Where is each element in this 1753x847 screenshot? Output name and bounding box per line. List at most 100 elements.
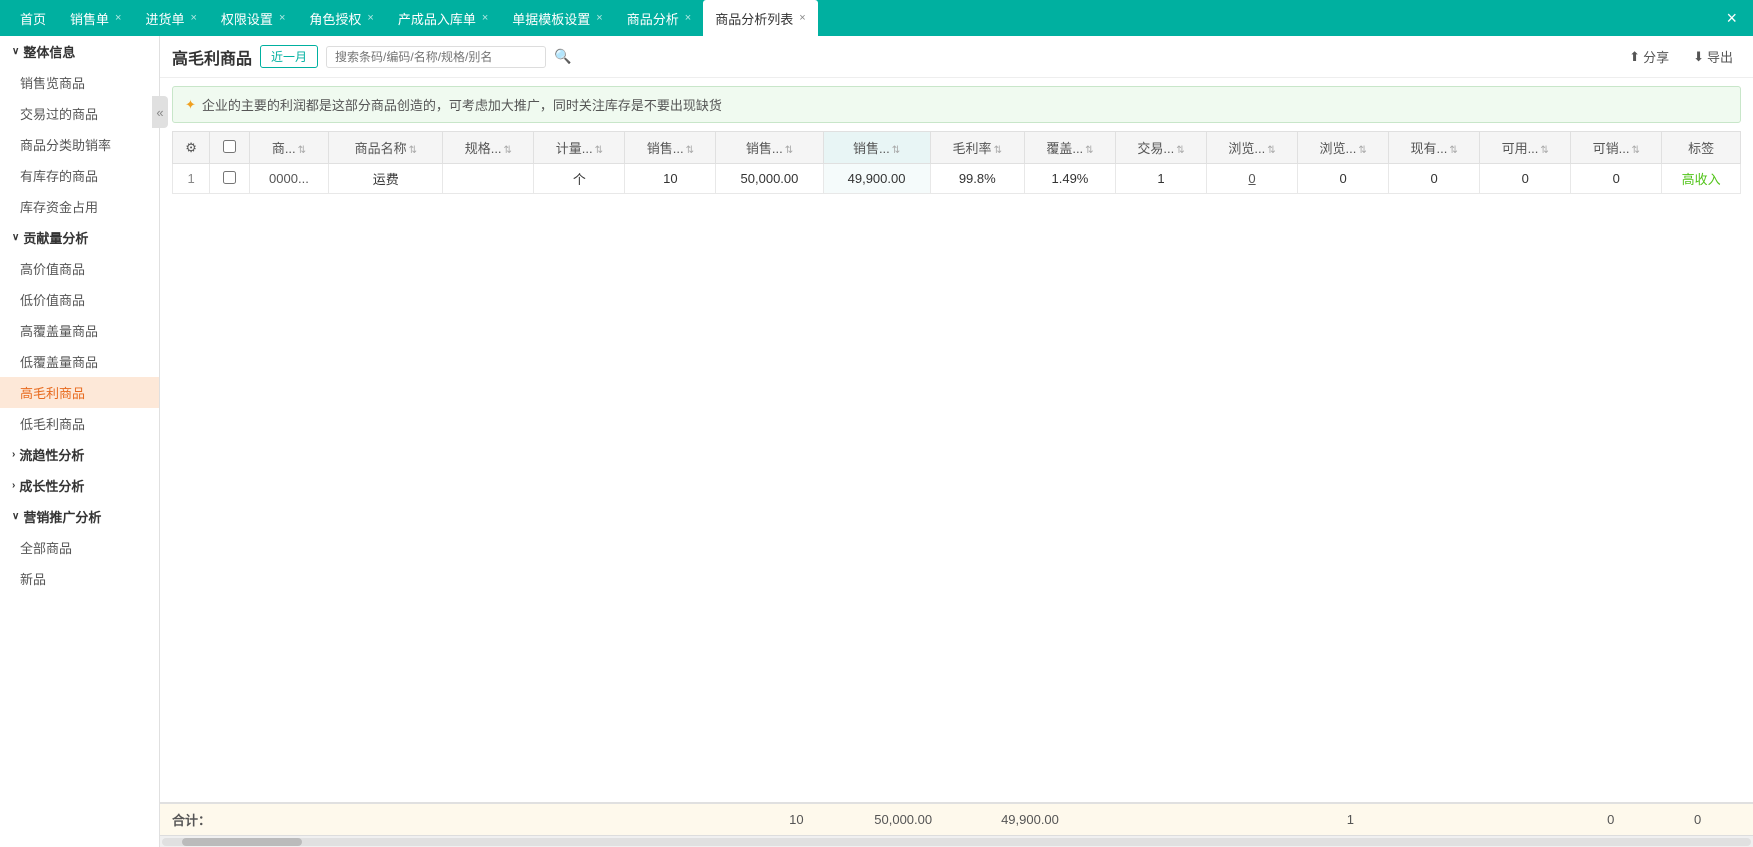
col-tag[interactable]: 标签 — [1662, 132, 1741, 164]
nav-purchase[interactable]: 进货单 × — [133, 0, 208, 36]
tip-icon: ✦ — [185, 97, 196, 113]
nav-sales[interactable]: 销售单 × — [58, 0, 133, 36]
col-settings[interactable]: ⚙ — [173, 132, 210, 164]
col-sales-cost[interactable]: 销售...⇅ — [823, 132, 930, 164]
table-row: 1 0000... 运费 个 10 50,000.00 49,900.00 99… — [173, 164, 1741, 194]
sidebar-item-low-value[interactable]: 低价值商品 — [0, 284, 159, 315]
search-button[interactable]: 🔍 — [554, 48, 571, 65]
sidebar-item-high-value[interactable]: 高价值商品 — [0, 253, 159, 284]
share-icon: ⬆ — [1629, 49, 1640, 65]
select-all-checkbox[interactable] — [223, 140, 236, 153]
row-name: 运费 — [329, 164, 443, 194]
horizontal-scrollbar[interactable] — [160, 835, 1753, 847]
close-sales-tab[interactable]: × — [115, 12, 121, 24]
col-stock-saleable[interactable]: 可销...⇅ — [1571, 132, 1662, 164]
nav-template[interactable]: 单据模板设置 × — [500, 0, 614, 36]
search-input[interactable] — [326, 46, 546, 68]
sidebar-item-high-margin[interactable]: 高毛利商品 — [0, 377, 159, 408]
footer-sales-cost: 49,900.00 — [990, 812, 1070, 827]
row-unit: 个 — [534, 164, 625, 194]
row-browse1[interactable]: 0 — [1207, 164, 1298, 194]
row-checkbox[interactable] — [210, 164, 249, 194]
footer-transaction: 1 — [1330, 812, 1370, 827]
header-actions: ⬆ 分享 ⬇ 导出 — [1621, 44, 1741, 69]
row-spec — [443, 164, 534, 194]
info-banner: ✦ 企业的主要的利润都是这部分商品创造的，可考虑加大推广，同时关注库存是不要出现… — [172, 86, 1741, 123]
footer-label: 合计： — [172, 810, 211, 829]
footer-stock-available: 0 — [1678, 812, 1718, 827]
sidebar-item-new-products[interactable]: 新品 — [0, 563, 159, 594]
close-analysis-list-tab[interactable]: × — [799, 12, 805, 24]
table-footer: 合计： 10 50,000.00 49,900.00 1 0 0 — [160, 802, 1753, 835]
arrow-icon: ∨ — [12, 46, 19, 57]
top-navigation: 首页 销售单 × 进货单 × 权限设置 × 角色授权 × 产成品入库单 × 单据… — [0, 0, 1753, 36]
sidebar-item-low-margin[interactable]: 低毛利商品 — [0, 408, 159, 439]
export-icon: ⬇ — [1693, 49, 1704, 65]
sidebar-group-overall[interactable]: ∨ 整体信息 — [0, 36, 159, 67]
row-tag: 高收入 — [1662, 164, 1741, 194]
nav-permissions[interactable]: 权限设置 × — [209, 0, 297, 36]
col-stock-current[interactable]: 现有...⇅ — [1389, 132, 1480, 164]
period-button[interactable]: 近一月 — [260, 45, 318, 68]
close-permissions-tab[interactable]: × — [279, 12, 285, 24]
nav-product-inbound[interactable]: 产成品入库单 × — [386, 0, 500, 36]
sidebar-item-top-sales[interactable]: 销售览商品 — [0, 67, 159, 98]
row-browse2: 0 — [1298, 164, 1389, 194]
row-sales-amount: 50,000.00 — [716, 164, 823, 194]
col-unit[interactable]: 计量...⇅ — [534, 132, 625, 164]
col-stock-available[interactable]: 可用...⇅ — [1480, 132, 1571, 164]
export-button[interactable]: ⬇ 导出 — [1685, 44, 1741, 69]
arrow-icon-4: › — [12, 480, 15, 491]
col-sales-qty[interactable]: 销售...⇅ — [625, 132, 716, 164]
close-product-analysis-tab[interactable]: × — [685, 12, 691, 24]
row-gross-margin: 99.8% — [930, 164, 1024, 194]
close-purchase-tab[interactable]: × — [190, 12, 196, 24]
col-spec[interactable]: 规格...⇅ — [443, 132, 534, 164]
sidebar-item-stock-capital[interactable]: 库存资金占用 — [0, 191, 159, 222]
page-title: 高毛利商品 — [172, 45, 252, 69]
footer-stock-current: 0 — [1591, 812, 1631, 827]
sidebar-item-low-coverage[interactable]: 低覆盖量商品 — [0, 346, 159, 377]
sidebar-item-traded[interactable]: 交易过的商品 — [0, 98, 159, 129]
row-code: 0000... — [249, 164, 329, 194]
sidebar-item-all-products[interactable]: 全部商品 — [0, 532, 159, 563]
col-gross-margin[interactable]: 毛利率⇅ — [930, 132, 1024, 164]
row-coverage: 1.49% — [1024, 164, 1115, 194]
nav-product-analysis[interactable]: 商品分析 × — [615, 0, 703, 36]
col-browse2[interactable]: 浏览...⇅ — [1298, 132, 1389, 164]
close-template-tab[interactable]: × — [596, 12, 602, 24]
sidebar-group-contribution[interactable]: ∨ 贡献量分析 — [0, 222, 159, 253]
col-sales-amount[interactable]: 销售...⇅ — [716, 132, 823, 164]
nav-product-analysis-list[interactable]: 商品分析列表 × — [703, 0, 817, 36]
share-button[interactable]: ⬆ 分享 — [1621, 44, 1677, 69]
sidebar-item-high-coverage[interactable]: 高覆盖量商品 — [0, 315, 159, 346]
row-transaction: 1 — [1115, 164, 1206, 194]
sidebar-item-category-rate[interactable]: 商品分类助销率 — [0, 129, 159, 160]
close-roles-tab[interactable]: × — [367, 12, 373, 24]
sidebar-item-in-stock[interactable]: 有库存的商品 — [0, 160, 159, 191]
table-container[interactable]: ⚙ 商...⇅ 商品名称⇅ 规格...⇅ 计量...⇅ 销售...⇅ 销售...… — [160, 131, 1753, 802]
scrollbar-thumb[interactable] — [182, 838, 302, 846]
col-browse1[interactable]: 浏览...⇅ — [1207, 132, 1298, 164]
sidebar-group-growth[interactable]: › 成长性分析 — [0, 470, 159, 501]
col-name[interactable]: 商品名称⇅ — [329, 132, 443, 164]
sidebar: ∨ 整体信息 销售览商品 交易过的商品 商品分类助销率 有库存的商品 库存资金占… — [0, 36, 160, 847]
close-product-inbound-tab[interactable]: × — [482, 12, 488, 24]
col-code[interactable]: 商...⇅ — [249, 132, 329, 164]
row-select[interactable] — [223, 171, 236, 184]
sidebar-group-marketing[interactable]: ∨ 营销推广分析 — [0, 501, 159, 532]
sidebar-group-trend[interactable]: › 流趋性分析 — [0, 439, 159, 470]
nav-home[interactable]: 首页 — [8, 0, 58, 36]
close-window-button[interactable]: × — [1718, 8, 1745, 29]
sidebar-collapse-button[interactable]: « — [152, 96, 168, 128]
row-stock-saleable: 0 — [1571, 164, 1662, 194]
row-sales-qty: 10 — [625, 164, 716, 194]
col-checkbox[interactable] — [210, 132, 249, 164]
col-transaction[interactable]: 交易...⇅ — [1115, 132, 1206, 164]
arrow-icon-5: ∨ — [12, 511, 19, 522]
main-layout: ∨ 整体信息 销售览商品 交易过的商品 商品分类助销率 有库存的商品 库存资金占… — [0, 36, 1753, 847]
arrow-icon-3: › — [12, 449, 15, 460]
nav-roles[interactable]: 角色授权 × — [297, 0, 385, 36]
footer-sales-qty: 10 — [776, 812, 816, 827]
col-coverage[interactable]: 覆盖...⇅ — [1024, 132, 1115, 164]
